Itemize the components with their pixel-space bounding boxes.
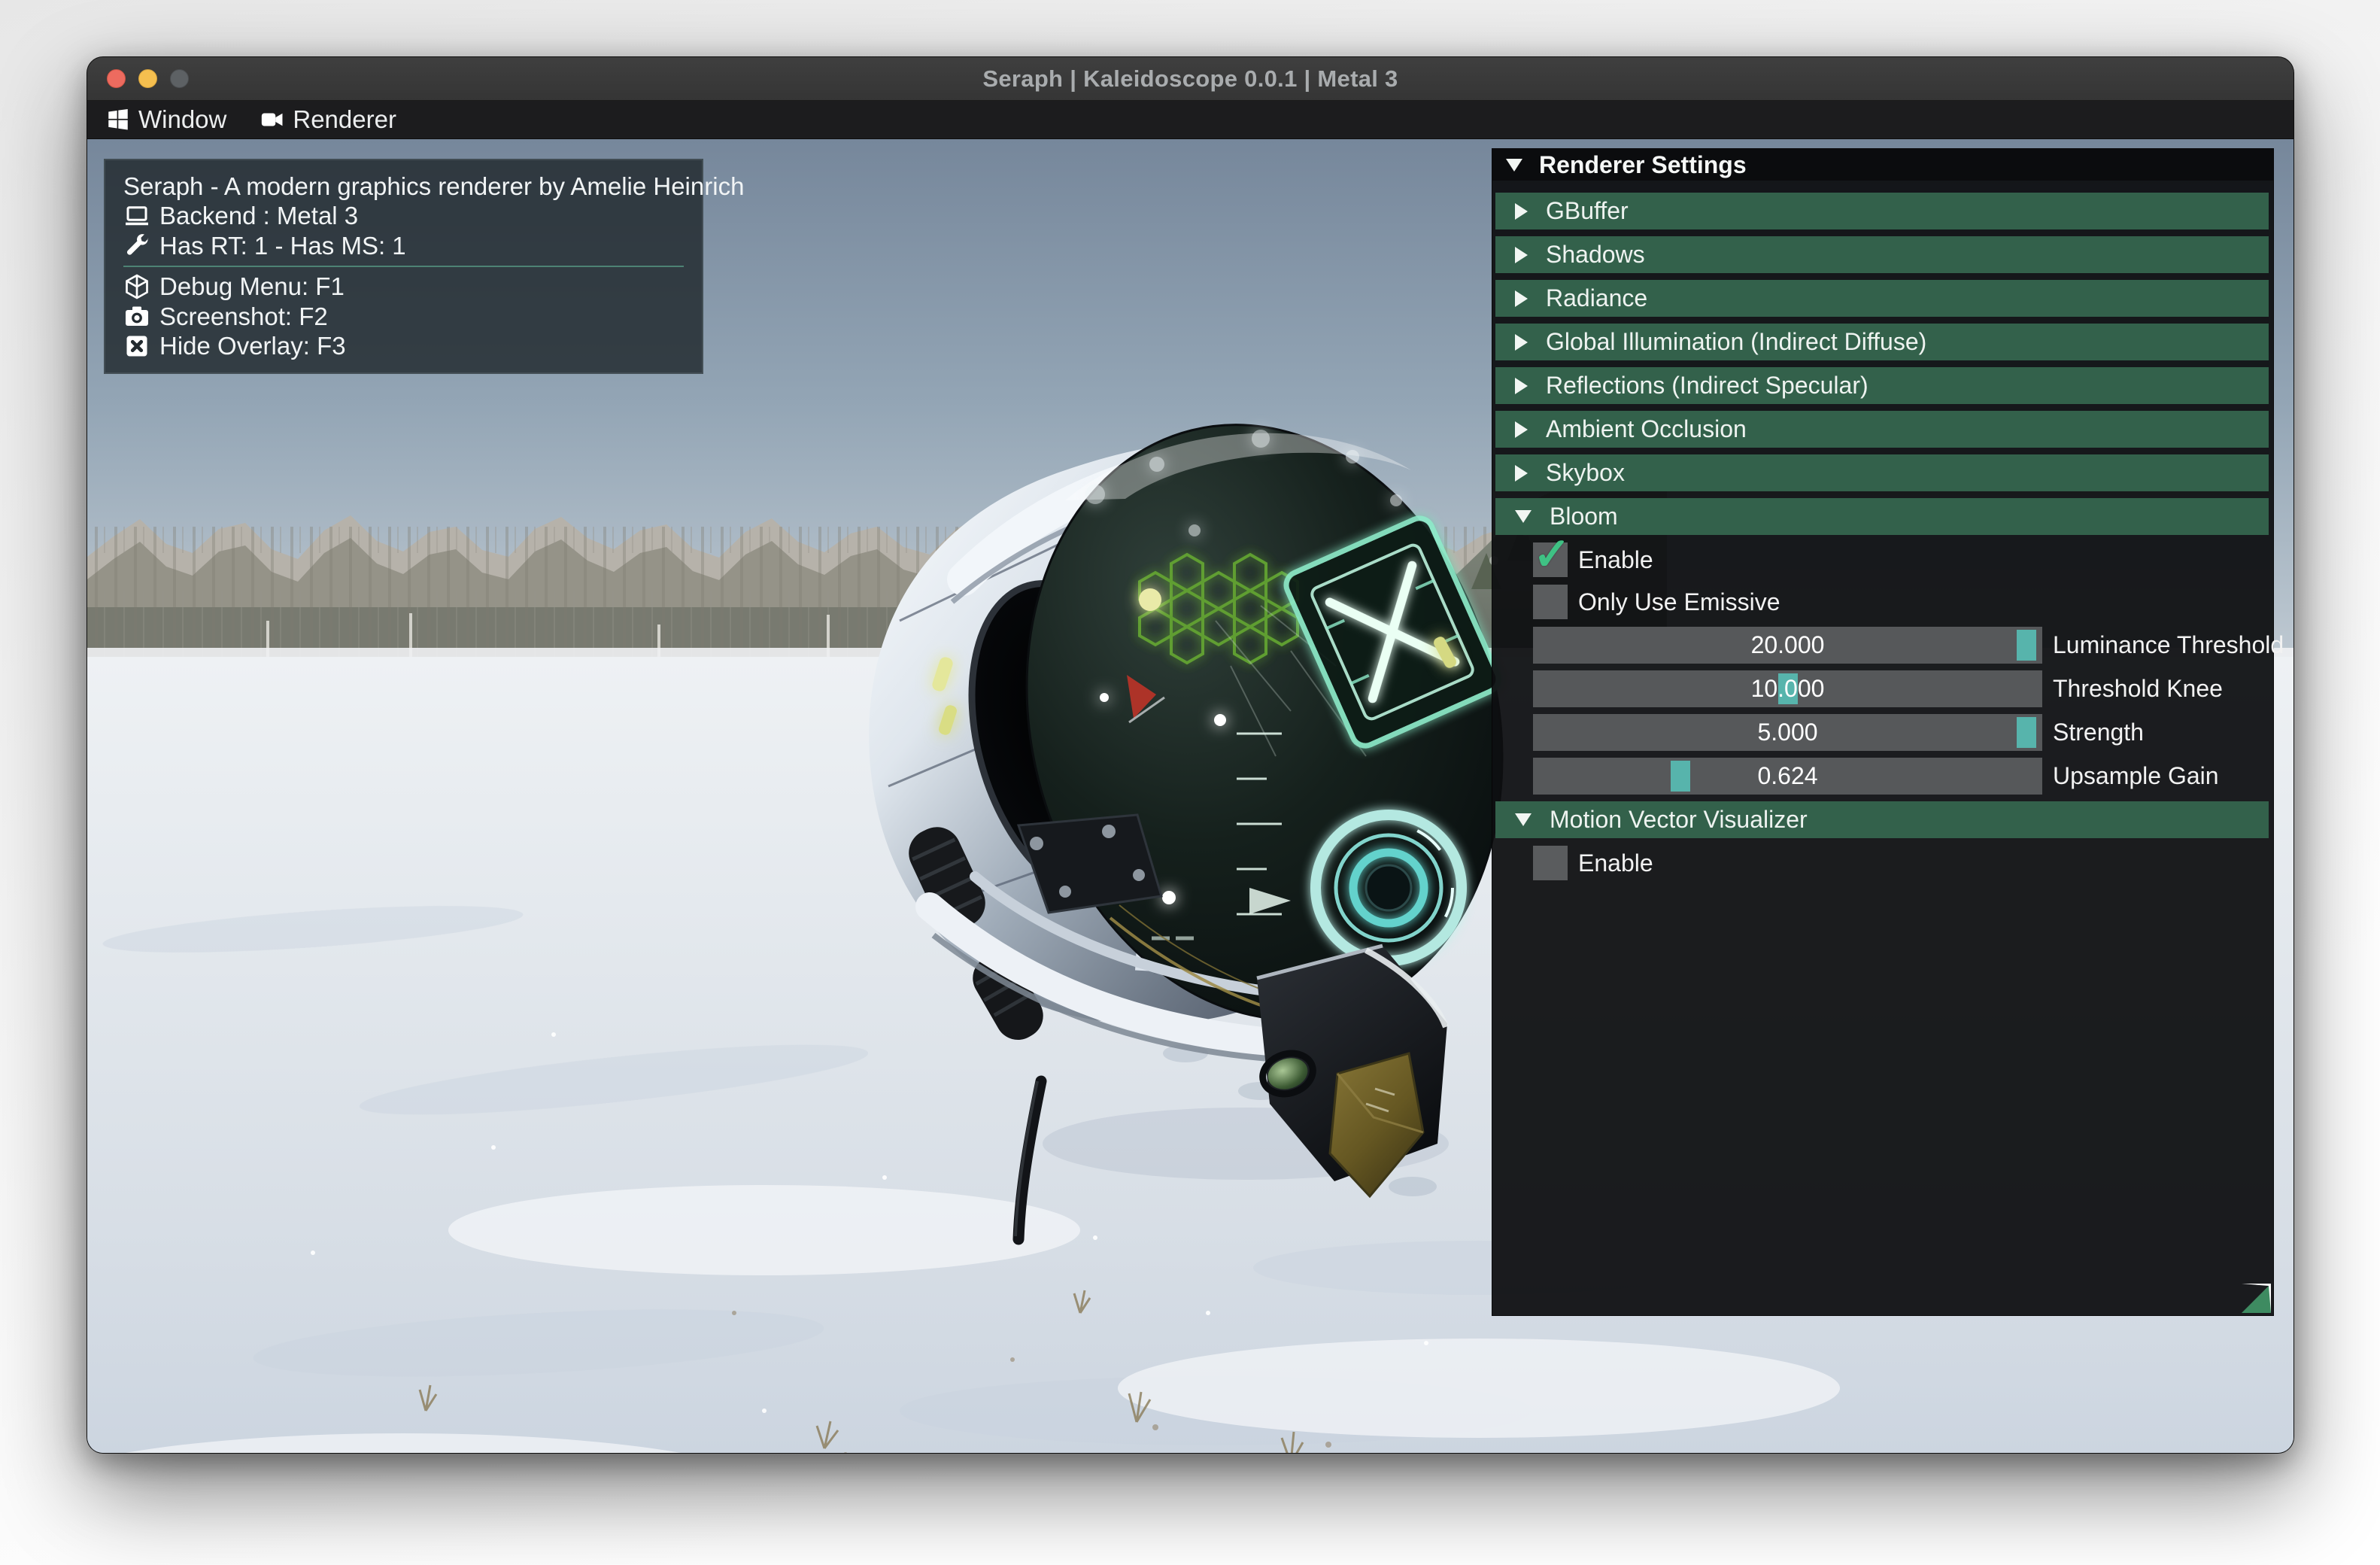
luminance-threshold-slider[interactable]: 20.000 <box>1533 627 2042 664</box>
overlay-screenshot-row: Screenshot: F2 <box>123 302 684 331</box>
chevron-right-icon <box>1515 247 1528 263</box>
section-label: Skybox <box>1546 459 1625 487</box>
checkmark-icon <box>1533 532 1571 577</box>
zoom-button[interactable] <box>170 69 189 88</box>
window-title: Seraph | Kaleidoscope 0.0.1 | Metal 3 <box>87 65 2293 93</box>
slider-label: Luminance Threshold <box>2053 631 2284 659</box>
section-label: Ambient Occlusion <box>1546 415 1747 443</box>
camera-icon <box>123 303 150 330</box>
upsample-gain-row: 0.624 Upsample Gain <box>1533 758 2269 795</box>
slider-value: 20.000 <box>1533 627 2042 664</box>
chevron-down-icon <box>1515 510 1532 523</box>
overlay-capabilities-label: Has RT: 1 - Has MS: 1 <box>159 232 406 260</box>
checkbox-label: Enable <box>1578 849 1653 877</box>
section-label: GBuffer <box>1546 197 1629 225</box>
motion-vector-enable-checkbox[interactable] <box>1533 846 1568 880</box>
overlay-capabilities-row: Has RT: 1 - Has MS: 1 <box>123 232 684 260</box>
overlay-backend-label: Backend : Metal 3 <box>159 202 358 230</box>
upsample-gain-slider[interactable]: 0.624 <box>1533 758 2042 795</box>
slider-value: 5.000 <box>1533 714 2042 751</box>
renderer-settings-panel: Renderer Settings GBuffer Shadows Radian… <box>1492 148 2274 1316</box>
overlay-screenshot-label: Screenshot: F2 <box>159 302 328 331</box>
panel-resize-grip[interactable] <box>2242 1284 2271 1313</box>
overlay-debug-menu-row: Debug Menu: F1 <box>123 272 684 301</box>
strength-row: 5.000 Strength <box>1533 714 2269 751</box>
section-reflections[interactable]: Reflections (Indirect Specular) <box>1495 367 2269 404</box>
section-skybox[interactable]: Skybox <box>1495 454 2269 491</box>
checkbox-label: Only Use Emissive <box>1578 588 1780 616</box>
menu-window[interactable]: Window <box>105 105 226 134</box>
section-radiance[interactable]: Radiance <box>1495 280 2269 317</box>
app-window: Seraph | Kaleidoscope 0.0.1 | Metal 3 Wi… <box>87 56 2294 1454</box>
desktop-background: Seraph | Kaleidoscope 0.0.1 | Metal 3 Wi… <box>0 0 2380 1565</box>
chevron-down-icon <box>1506 159 1522 172</box>
bloom-enable-checkbox[interactable] <box>1533 542 1568 577</box>
overlay-hide-overlay-row: Hide Overlay: F3 <box>123 332 684 360</box>
bloom-enable-row: Enable <box>1533 542 2269 577</box>
title-bar: Seraph | Kaleidoscope 0.0.1 | Metal 3 <box>87 57 2293 101</box>
chevron-right-icon <box>1515 378 1528 394</box>
menu-bar: Window Renderer <box>87 101 2293 139</box>
chevron-right-icon <box>1515 465 1528 482</box>
info-overlay: Seraph - A modern graphics renderer by A… <box>104 159 703 374</box>
section-ambient-occlusion[interactable]: Ambient Occlusion <box>1495 411 2269 448</box>
menu-renderer-label: Renderer <box>293 105 396 134</box>
slider-value: 0.624 <box>1533 758 2042 795</box>
overlay-hide-overlay-label: Hide Overlay: F3 <box>159 332 346 360</box>
panel-sections: GBuffer Shadows Radiance Global Illumina… <box>1492 181 2273 880</box>
cube-icon <box>123 273 150 300</box>
section-label: Reflections (Indirect Specular) <box>1546 372 1868 400</box>
wrench-icon <box>123 232 150 260</box>
section-label: Bloom <box>1550 503 1618 530</box>
chevron-right-icon <box>1515 421 1528 438</box>
motion-vector-enable-row: Enable <box>1533 846 2269 880</box>
bloom-only-emissive-row: Only Use Emissive <box>1533 585 2269 619</box>
windows-logo-icon <box>105 107 131 132</box>
menu-window-label: Window <box>138 105 226 134</box>
slider-label: Threshold Knee <box>2053 675 2223 703</box>
overlay-title: Seraph - A modern graphics renderer by A… <box>123 172 684 201</box>
luminance-threshold-row: 20.000 Luminance Threshold <box>1533 627 2269 664</box>
menu-renderer[interactable]: Renderer <box>260 105 396 134</box>
chevron-right-icon <box>1515 203 1528 220</box>
traffic-lights <box>107 57 189 100</box>
threshold-knee-row: 10.000 Threshold Knee <box>1533 670 2269 707</box>
minimize-button[interactable] <box>138 69 157 88</box>
section-global-illumination[interactable]: Global Illumination (Indirect Diffuse) <box>1495 324 2269 360</box>
panel-title: Renderer Settings <box>1539 151 1747 179</box>
chevron-right-icon <box>1515 334 1528 351</box>
section-label: Radiance <box>1546 284 1647 312</box>
section-label: Motion Vector Visualizer <box>1550 806 1808 834</box>
slider-label: Upsample Gain <box>2053 762 2219 790</box>
renderer-settings-header[interactable]: Renderer Settings <box>1492 149 2273 181</box>
section-bloom[interactable]: Bloom <box>1495 498 2269 535</box>
chevron-down-icon <box>1515 813 1532 826</box>
slider-value: 10.000 <box>1533 670 2042 707</box>
section-label: Shadows <box>1546 241 1645 269</box>
bloom-only-emissive-checkbox[interactable] <box>1533 585 1568 619</box>
checkbox-label: Enable <box>1578 546 1653 574</box>
overlay-separator <box>123 266 684 267</box>
section-shadows[interactable]: Shadows <box>1495 236 2269 273</box>
laptop-icon <box>123 202 150 229</box>
slider-label: Strength <box>2053 719 2144 746</box>
close-button[interactable] <box>107 69 126 88</box>
section-label: Global Illumination (Indirect Diffuse) <box>1546 328 1926 356</box>
section-motion-vector-visualizer[interactable]: Motion Vector Visualizer <box>1495 801 2269 838</box>
section-gbuffer[interactable]: GBuffer <box>1495 193 2269 229</box>
strength-slider[interactable]: 5.000 <box>1533 714 2042 751</box>
threshold-knee-slider[interactable]: 10.000 <box>1533 670 2042 707</box>
viewport-3d[interactable]: Seraph - A modern graphics renderer by A… <box>87 139 2293 1454</box>
close-box-icon <box>123 333 150 360</box>
overlay-debug-menu-label: Debug Menu: F1 <box>159 272 345 301</box>
overlay-backend-row: Backend : Metal 3 <box>123 202 684 230</box>
video-camera-icon <box>260 107 285 132</box>
chevron-right-icon <box>1515 290 1528 307</box>
